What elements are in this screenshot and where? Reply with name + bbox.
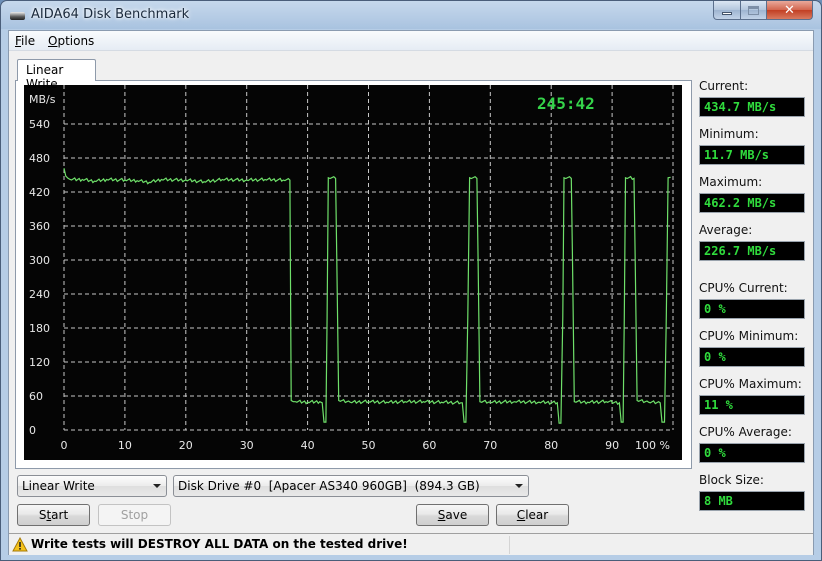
x-tick-label: 80 — [544, 439, 558, 452]
menu-options[interactable]: Options — [48, 34, 94, 48]
y-tick-label: 180 — [29, 322, 50, 335]
stat-label: Current: — [699, 79, 749, 93]
minimize-button[interactable] — [713, 1, 741, 20]
stat-value: 0 % — [699, 347, 805, 367]
stat-value: 462.2 MB/s — [699, 193, 805, 213]
x-tick-label: 10 — [118, 439, 132, 452]
y-tick-label: 60 — [29, 390, 43, 403]
y-tick-label: 360 — [29, 220, 50, 233]
status-bar: Write tests will DESTROY ALL DATA on the… — [9, 533, 813, 555]
y-tick-label: 540 — [29, 118, 50, 131]
stat-label: Minimum: — [699, 127, 759, 141]
x-tick-label: 0 — [61, 439, 68, 452]
benchmark-chart: 0 60 120 180 240 300 360 420 480 540 MB/s 0 10 20 30 40… — [24, 85, 682, 460]
stat-label: CPU% Minimum: — [699, 329, 799, 343]
y-tick-label: 240 — [29, 288, 50, 301]
stat-label: CPU% Maximum: — [699, 377, 802, 391]
stat-label: Average: — [699, 223, 753, 237]
drive-value: Disk Drive #0 [Apacer AS340 960GB] (894.… — [178, 479, 480, 493]
y-tick-label: 480 — [29, 152, 50, 165]
stat-value: 226.7 MB/s — [699, 241, 805, 261]
status-message: Write tests will DESTROY ALL DATA on the… — [31, 537, 408, 551]
test-type-value: Linear Write — [22, 479, 95, 493]
y-tick-label: 120 — [29, 356, 50, 369]
menu-bar: File Options — [9, 31, 813, 51]
x-tick-label: 20 — [179, 439, 193, 452]
stat-value: 8 MB — [699, 491, 805, 511]
chart-svg: 0 60 120 180 240 300 360 420 480 540 MB/s 0 10 20 30 40… — [29, 85, 674, 452]
close-icon: ✕ — [784, 2, 795, 18]
app-window: AIDA64 Disk Benchmark ✕ File Options Lin… — [0, 0, 822, 561]
menu-file[interactable]: File — [15, 34, 35, 48]
x-tick-label: 60 — [422, 439, 436, 452]
tab-panel: 0 60 120 180 240 300 360 420 480 540 MB/s 0 10 20 30 40… — [15, 80, 692, 469]
drive-select[interactable]: Disk Drive #0 [Apacer AS340 960GB] (894.… — [173, 475, 529, 497]
y-unit-label: MB/s — [29, 93, 56, 106]
stat-value: 11.7 MB/s — [699, 145, 805, 165]
stop-button[interactable]: Stop — [98, 504, 171, 526]
stat-value: 0 % — [699, 443, 805, 463]
y-tick-label: 300 — [29, 254, 50, 267]
stat-label: Block Size: — [699, 473, 764, 487]
warning-icon — [12, 537, 28, 552]
elapsed-timer: 245:42 — [537, 94, 595, 113]
caption-buttons: ✕ — [713, 1, 813, 21]
clear-button[interactable]: Clear — [496, 504, 569, 526]
x-tick-label: 100 % — [635, 439, 670, 452]
close-button[interactable]: ✕ — [767, 1, 813, 20]
minimize-icon — [722, 11, 732, 15]
stat-value: 0 % — [699, 299, 805, 319]
x-tick-label: 30 — [240, 439, 254, 452]
maximize-button[interactable] — [741, 1, 767, 20]
stat-value: 434.7 MB/s — [699, 97, 805, 117]
tab-linear-write[interactable]: Linear Write — [17, 59, 96, 91]
x-tick-label: 70 — [483, 439, 497, 452]
x-tick-label: 90 — [605, 439, 619, 452]
maximize-icon — [748, 5, 759, 15]
stat-label: CPU% Average: — [699, 425, 792, 439]
stat-label: Maximum: — [699, 175, 763, 189]
x-tick-label: 50 — [362, 439, 376, 452]
x-tick-label: 40 — [301, 439, 315, 452]
save-button[interactable]: Save — [416, 504, 489, 526]
status-divider — [509, 536, 510, 554]
y-tick-label: 0 — [29, 424, 36, 437]
client-area: File Options Linear Write 0 60 120 180 240 30… — [8, 30, 814, 555]
drive-icon — [10, 12, 25, 20]
title-bar[interactable]: AIDA64 Disk Benchmark ✕ — [1, 1, 821, 31]
stat-value: 11 % — [699, 395, 805, 415]
y-tick-label: 420 — [29, 186, 50, 199]
stat-label: CPU% Current: — [699, 281, 788, 295]
start-button[interactable]: Start — [17, 504, 90, 526]
chevron-down-icon — [153, 484, 161, 488]
series-line — [63, 168, 671, 424]
window-title: AIDA64 Disk Benchmark — [31, 7, 190, 22]
chevron-down-icon — [515, 484, 523, 488]
test-type-select[interactable]: Linear Write — [17, 475, 167, 497]
